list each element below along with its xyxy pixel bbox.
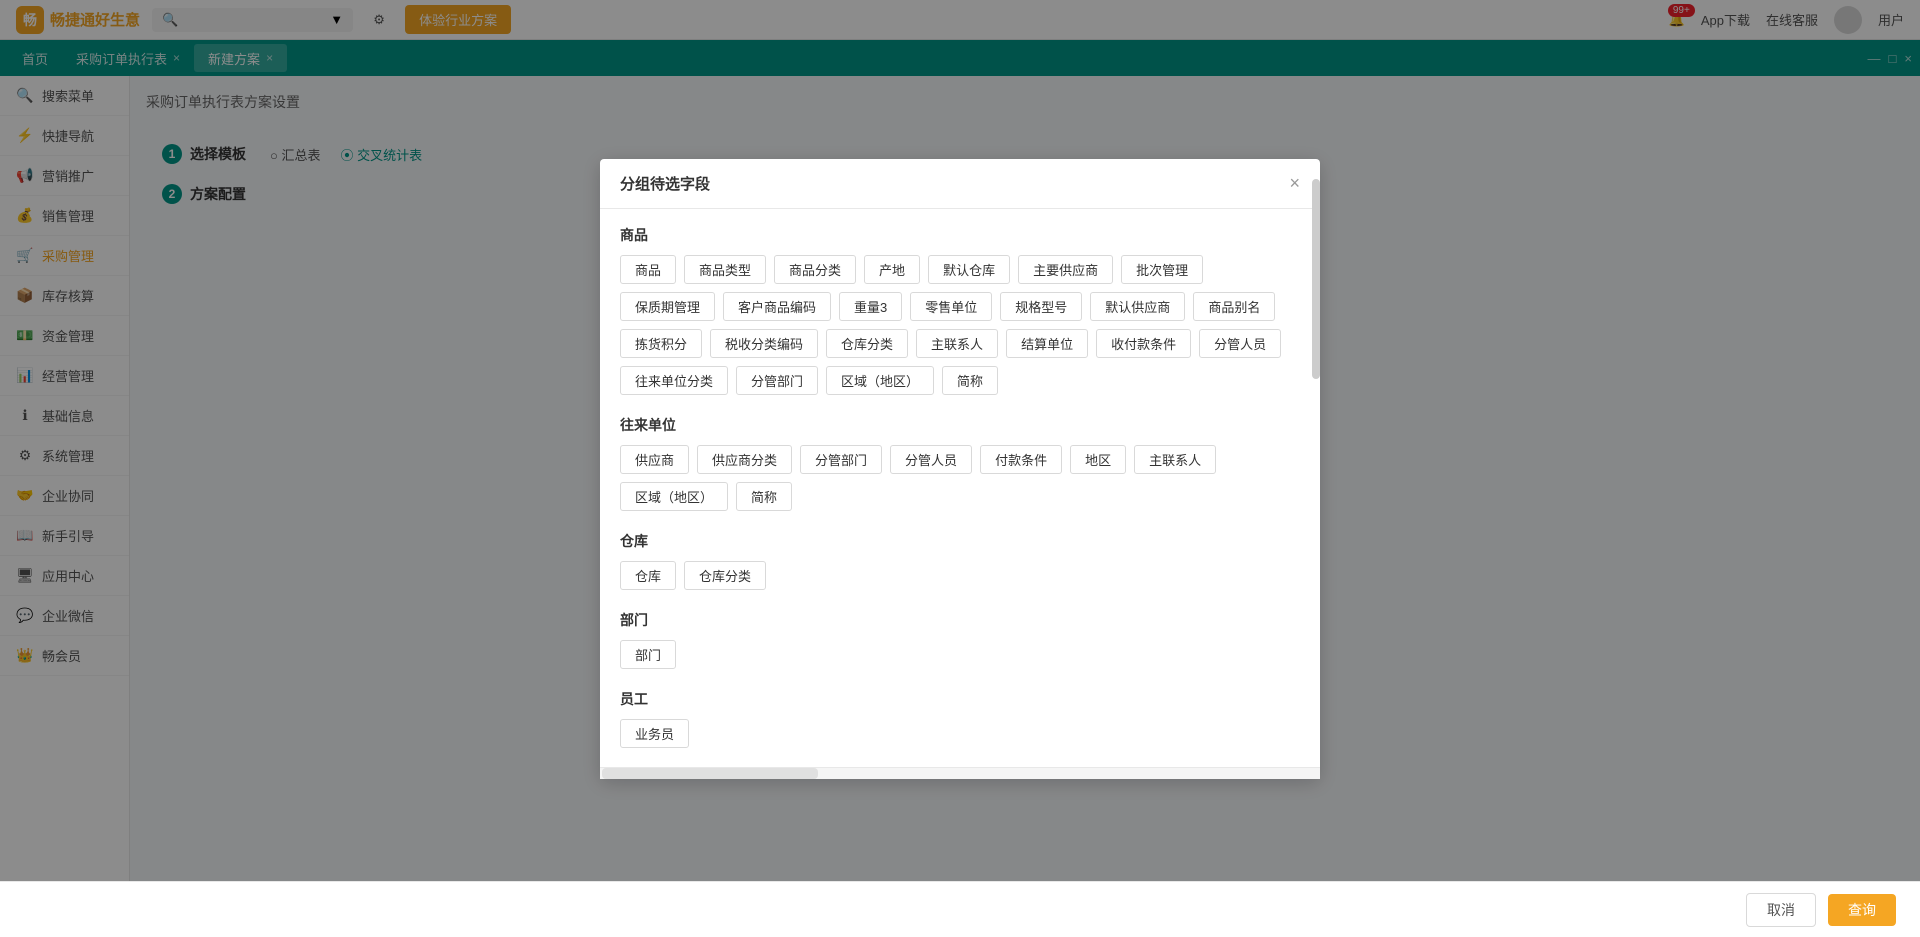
field-batch-mgmt[interactable]: 批次管理 bbox=[1121, 255, 1203, 284]
field-settlement-unit[interactable]: 结算单位 bbox=[1006, 329, 1088, 358]
section-product: 商品 商品 商品类型 商品分类 产地 默认仓库 主要供应商 批次管理 保质期管理… bbox=[620, 225, 1300, 395]
field-managing-dept2[interactable]: 分管部门 bbox=[800, 445, 882, 474]
field-product[interactable]: 商品 bbox=[620, 255, 676, 284]
modal-scroll-thumb bbox=[1312, 179, 1320, 379]
field-select-modal: 分组待选字段 × 商品 商品 商品类型 商品分类 产地 默认仓库 主要供应商 批… bbox=[600, 159, 1320, 779]
modal-scrollbar[interactable] bbox=[600, 767, 1320, 779]
section-warehouse-title: 仓库 bbox=[620, 531, 1300, 551]
field-product-type[interactable]: 商品类型 bbox=[684, 255, 766, 284]
field-warehouse-cat[interactable]: 仓库分类 bbox=[684, 561, 766, 590]
field-pick-points[interactable]: 拣货积分 bbox=[620, 329, 702, 358]
field-salesperson[interactable]: 业务员 bbox=[620, 719, 689, 748]
field-weight3[interactable]: 重量3 bbox=[839, 292, 902, 321]
field-main-contact2[interactable]: 主联系人 bbox=[1134, 445, 1216, 474]
field-default-supplier[interactable]: 默认供应商 bbox=[1090, 292, 1185, 321]
field-manager[interactable]: 分管人员 bbox=[1199, 329, 1281, 358]
modal-close-button[interactable]: × bbox=[1289, 173, 1300, 194]
field-abbr-product[interactable]: 简称 bbox=[942, 366, 998, 395]
field-warehouse-category[interactable]: 仓库分类 bbox=[826, 329, 908, 358]
field-abbr-partner[interactable]: 简称 bbox=[736, 482, 792, 511]
field-department[interactable]: 部门 bbox=[620, 640, 676, 669]
field-supplier[interactable]: 供应商 bbox=[620, 445, 689, 474]
employee-fields: 业务员 bbox=[620, 719, 1300, 748]
confirm-button[interactable]: 查询 bbox=[1828, 894, 1896, 926]
modal-header: 分组待选字段 × bbox=[600, 159, 1320, 209]
section-partner-title: 往来单位 bbox=[620, 415, 1300, 435]
field-region2[interactable]: 区域（地区） bbox=[620, 482, 728, 511]
partner-fields: 供应商 供应商分类 分管部门 分管人员 付款条件 地区 主联系人 区域（地区） … bbox=[620, 445, 1300, 511]
product-fields: 商品 商品类型 商品分类 产地 默认仓库 主要供应商 批次管理 保质期管理 客户… bbox=[620, 255, 1300, 395]
section-employee-title: 员工 bbox=[620, 689, 1300, 709]
warehouse-fields: 仓库 仓库分类 bbox=[620, 561, 1300, 590]
field-shelf-life[interactable]: 保质期管理 bbox=[620, 292, 715, 321]
field-supplier-category[interactable]: 供应商分类 bbox=[697, 445, 792, 474]
cancel-button[interactable]: 取消 bbox=[1746, 893, 1816, 927]
modal-scroll-track[interactable] bbox=[1312, 159, 1320, 779]
field-main-supplier[interactable]: 主要供应商 bbox=[1018, 255, 1113, 284]
field-default-warehouse[interactable]: 默认仓库 bbox=[928, 255, 1010, 284]
section-product-title: 商品 bbox=[620, 225, 1300, 245]
field-managing-person2[interactable]: 分管人员 bbox=[890, 445, 972, 474]
field-managing-dept[interactable]: 分管部门 bbox=[736, 366, 818, 395]
field-warehouse[interactable]: 仓库 bbox=[620, 561, 676, 590]
section-department: 部门 部门 bbox=[620, 610, 1300, 669]
field-customer-code[interactable]: 客户商品编码 bbox=[723, 292, 831, 321]
field-product-alias[interactable]: 商品别名 bbox=[1193, 292, 1275, 321]
field-tax-code[interactable]: 税收分类编码 bbox=[710, 329, 818, 358]
bottom-buttons: 取消 查询 bbox=[0, 881, 1920, 937]
section-department-title: 部门 bbox=[620, 610, 1300, 630]
field-region-product[interactable]: 区域（地区） bbox=[826, 366, 934, 395]
department-fields: 部门 bbox=[620, 640, 1300, 669]
modal-body: 商品 商品 商品类型 商品分类 产地 默认仓库 主要供应商 批次管理 保质期管理… bbox=[600, 209, 1320, 767]
modal-title: 分组待选字段 bbox=[620, 173, 710, 194]
section-employee: 员工 业务员 bbox=[620, 689, 1300, 748]
field-region-partner[interactable]: 地区 bbox=[1070, 445, 1126, 474]
field-partner-category[interactable]: 往来单位分类 bbox=[620, 366, 728, 395]
modal-overlay: 分组待选字段 × 商品 商品 商品类型 商品分类 产地 默认仓库 主要供应商 批… bbox=[0, 0, 1920, 937]
field-spec-model[interactable]: 规格型号 bbox=[1000, 292, 1082, 321]
section-warehouse: 仓库 仓库 仓库分类 bbox=[620, 531, 1300, 590]
field-retail-unit[interactable]: 零售单位 bbox=[910, 292, 992, 321]
field-main-contact[interactable]: 主联系人 bbox=[916, 329, 998, 358]
section-partner: 往来单位 供应商 供应商分类 分管部门 分管人员 付款条件 地区 主联系人 区域… bbox=[620, 415, 1300, 511]
field-origin[interactable]: 产地 bbox=[864, 255, 920, 284]
field-payment-terms2[interactable]: 付款条件 bbox=[980, 445, 1062, 474]
field-product-category[interactable]: 商品分类 bbox=[774, 255, 856, 284]
field-payment-terms[interactable]: 收付款条件 bbox=[1096, 329, 1191, 358]
